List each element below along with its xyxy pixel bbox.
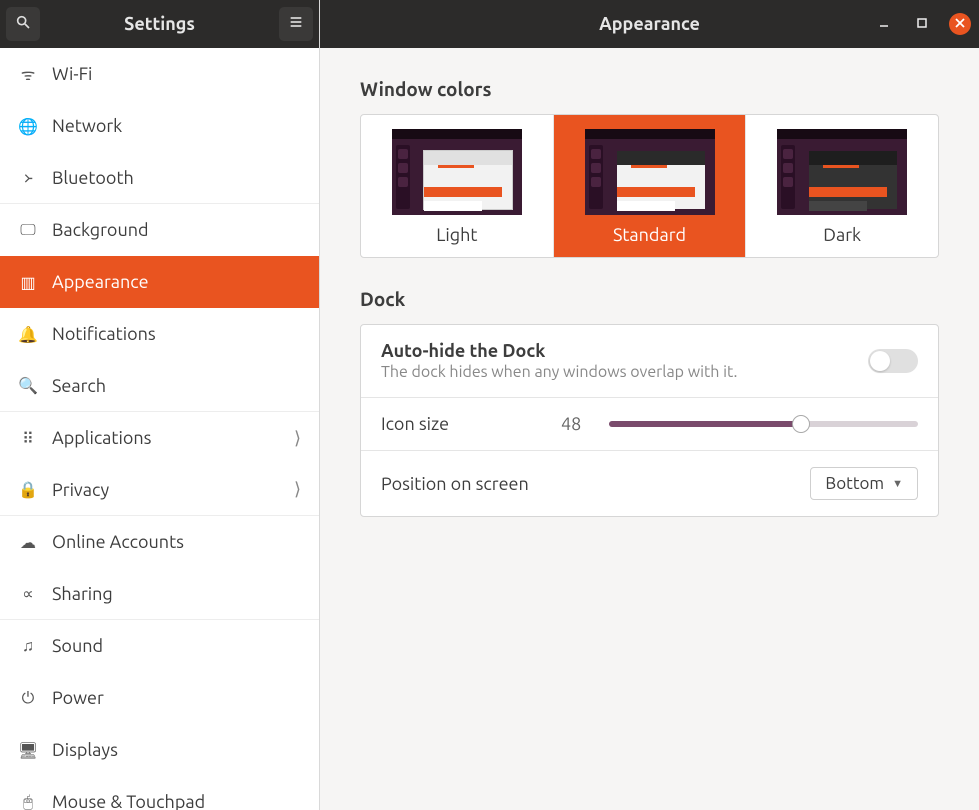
main-titlebar: Appearance xyxy=(320,0,979,48)
dock-position-label: Position on screen xyxy=(381,474,810,494)
dock-iconsize-row: Icon size 48 xyxy=(361,397,938,450)
mouse-icon: 🖱 xyxy=(18,793,38,810)
sidebar-item-monitor[interactable]: 🖵 Background xyxy=(0,204,319,256)
sidebar-item-label: Notifications xyxy=(52,324,156,344)
sidebar-item-bluetooth[interactable]: ᚛ Bluetooth xyxy=(0,152,319,204)
bluetooth-icon: ᚛ xyxy=(18,168,38,187)
sidebar-item-label: Displays xyxy=(52,740,118,760)
share-icon: ∝ xyxy=(18,584,38,603)
dock-position-row: Position on screen Bottom ▼ xyxy=(361,450,938,516)
wifi-icon: ᯤ xyxy=(18,63,38,85)
sidebar-item-bell[interactable]: 🔔 Notifications xyxy=(0,308,319,360)
cloud-icon: ☁ xyxy=(18,533,38,552)
dock-iconsize-control: 48 xyxy=(561,414,918,434)
sidebar-item-label: Network xyxy=(52,116,122,136)
search-icon: 🔍 xyxy=(18,376,38,395)
grid-icon: ⠿ xyxy=(18,429,38,448)
main-panel: Appearance xyxy=(320,0,979,810)
sidebar-item-music[interactable]: ♫ Sound xyxy=(0,620,319,672)
sidebar-item-label: Sound xyxy=(52,636,103,656)
sidebar-item-label: Power xyxy=(52,688,104,708)
window-colors-title: Window colors xyxy=(360,78,939,100)
dock-autohide-subtitle: The dock hides when any windows overlap … xyxy=(381,363,868,381)
slider-thumb[interactable] xyxy=(792,415,810,433)
dock-card: Auto-hide the Dock The dock hides when a… xyxy=(360,324,939,517)
appearance-icon: ▥ xyxy=(18,273,38,292)
content-area: Window colors Light Standard Dark Dock Aut… xyxy=(320,48,979,810)
sidebar-titlebar: Settings xyxy=(0,0,319,48)
sidebar-item-grid[interactable]: ⠿ Applications ⟩ xyxy=(0,412,319,464)
sidebar-title: Settings xyxy=(124,14,195,34)
sidebar-item-label: Search xyxy=(52,376,106,396)
power-icon: ⏻ xyxy=(18,689,38,708)
sidebar-item-search[interactable]: 🔍 Search xyxy=(0,360,319,412)
sidebar-item-power[interactable]: ⏻ Power xyxy=(0,672,319,724)
sidebar-item-share[interactable]: ∝ Sharing xyxy=(0,568,319,620)
window-color-label: Dark xyxy=(823,225,861,245)
dock-position-value: Bottom xyxy=(825,474,884,493)
window-colors-card: Light Standard Dark xyxy=(360,114,939,258)
sidebar-item-label: Wi-Fi xyxy=(52,64,92,84)
sidebar-item-cloud[interactable]: ☁ Online Accounts xyxy=(0,516,319,568)
sidebar-item-displays[interactable]: 🖥 Displays xyxy=(0,724,319,776)
sidebar-item-label: Background xyxy=(52,220,149,240)
dock-autohide-label: Auto-hide the Dock xyxy=(381,341,868,361)
window-color-preview-standard xyxy=(585,129,715,215)
sidebar-item-label: Privacy xyxy=(52,480,109,500)
search-button[interactable] xyxy=(6,7,40,41)
maximize-icon xyxy=(917,18,927,31)
dock-section: Dock Auto-hide the Dock The dock hides w… xyxy=(360,288,939,517)
sidebar: Settings ᯤ Wi-Fi 🌐 Network ᚛ Bluetooth 🖵 Backgr… xyxy=(0,0,320,810)
search-icon xyxy=(15,14,31,34)
sidebar-item-label: Applications xyxy=(52,428,152,448)
sidebar-item-globe[interactable]: 🌐 Network xyxy=(0,100,319,152)
sidebar-item-label: Appearance xyxy=(52,272,149,292)
window-color-preview-light xyxy=(392,129,522,215)
lock-icon: 🔒 xyxy=(18,480,38,499)
dock-iconsize-slider[interactable] xyxy=(609,421,918,427)
dock-autohide-row: Auto-hide the Dock The dock hides when a… xyxy=(361,325,938,397)
monitor-icon: 🖵 xyxy=(18,221,38,240)
window-color-preview-dark xyxy=(777,129,907,215)
window-color-option-dark[interactable]: Dark xyxy=(745,115,938,257)
sidebar-item-appearance[interactable]: ▥ Appearance xyxy=(0,256,319,308)
window-colors-row: Light Standard Dark xyxy=(361,115,938,257)
bell-icon: 🔔 xyxy=(18,325,38,344)
sidebar-item-label: Sharing xyxy=(52,584,113,604)
chevron-right-icon: ⟩ xyxy=(294,428,301,449)
settings-window: Settings ᯤ Wi-Fi 🌐 Network ᚛ Bluetooth 🖵 Backgr… xyxy=(0,0,979,810)
dock-autohide-switch[interactable] xyxy=(868,349,918,373)
menu-button[interactable] xyxy=(279,7,313,41)
sidebar-item-label: Bluetooth xyxy=(52,168,134,188)
chevron-down-icon: ▼ xyxy=(892,478,903,490)
window-color-option-standard[interactable]: Standard xyxy=(553,115,746,257)
sidebar-item-label: Mouse & Touchpad xyxy=(52,792,205,810)
maximize-button[interactable] xyxy=(911,13,933,35)
close-button[interactable] xyxy=(949,13,971,35)
displays-icon: 🖥 xyxy=(18,741,38,760)
dock-iconsize-value: 48 xyxy=(561,414,581,434)
sidebar-item-label: Online Accounts xyxy=(52,532,184,552)
sidebar-item-wifi[interactable]: ᯤ Wi-Fi xyxy=(0,48,319,100)
window-color-label: Light xyxy=(436,225,477,245)
dock-iconsize-label: Icon size xyxy=(381,414,561,434)
slider-fill xyxy=(609,421,800,427)
minimize-button[interactable] xyxy=(873,13,895,35)
dock-title: Dock xyxy=(360,288,939,310)
dock-autohide-text: Auto-hide the Dock The dock hides when a… xyxy=(381,341,868,381)
window-color-option-light[interactable]: Light xyxy=(361,115,553,257)
main-title: Appearance xyxy=(599,14,700,34)
chevron-right-icon: ⟩ xyxy=(294,479,301,500)
dock-position-dropdown[interactable]: Bottom ▼ xyxy=(810,467,918,500)
globe-icon: 🌐 xyxy=(18,117,38,136)
hamburger-icon xyxy=(288,14,304,34)
close-icon xyxy=(955,18,965,31)
sidebar-list: ᯤ Wi-Fi 🌐 Network ᚛ Bluetooth 🖵 Background ▥ Appe… xyxy=(0,48,319,810)
sidebar-item-mouse[interactable]: 🖱 Mouse & Touchpad xyxy=(0,776,319,810)
window-color-label: Standard xyxy=(613,225,686,245)
music-icon: ♫ xyxy=(18,637,38,656)
minimize-icon xyxy=(879,18,889,31)
sidebar-item-lock[interactable]: 🔒 Privacy ⟩ xyxy=(0,464,319,516)
window-controls xyxy=(873,13,971,35)
